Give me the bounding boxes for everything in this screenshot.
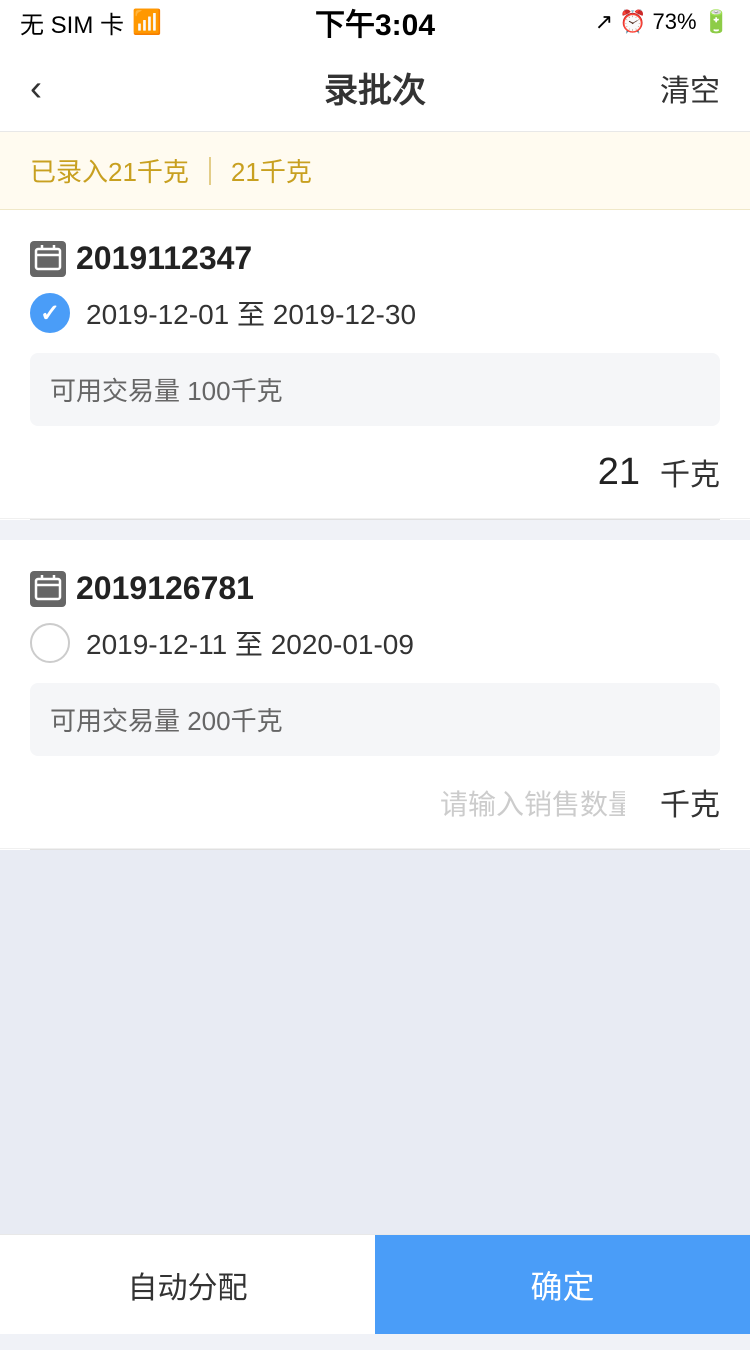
qty-wrapper-2[interactable]	[30, 781, 640, 824]
batch-id-row-2: 2019126781	[30, 570, 720, 607]
wifi-icon: 📶	[132, 8, 162, 37]
back-button[interactable]: ‹	[30, 67, 90, 109]
sim-label: 无 SIM 卡	[20, 5, 124, 40]
alarm-icon: ⏰	[619, 9, 646, 35]
confirm-button[interactable]: 确定	[375, 1235, 750, 1334]
recorded-label: 已录入21千克	[30, 152, 189, 189]
content-area: 2019112347 2019-12-01 至 2019-12-30 可用交易量…	[0, 210, 750, 1350]
radio-2[interactable]	[30, 623, 70, 663]
page-title: 录批次	[324, 63, 426, 112]
nav-bar: ‹ 录批次 清空	[0, 44, 750, 132]
status-time: 下午3:04	[315, 0, 435, 44]
section-separator	[0, 520, 750, 540]
auto-distribute-button[interactable]: 自动分配	[0, 1235, 375, 1334]
date-range-1: 2019-12-01 至 2019-12-30	[86, 293, 416, 333]
batch-id-2: 2019126781	[76, 570, 254, 607]
available-1: 可用交易量 100千克	[30, 353, 720, 426]
radio-1[interactable]	[30, 293, 70, 333]
batch-item-1: 2019112347 2019-12-01 至 2019-12-30 可用交易量…	[0, 210, 750, 520]
quantity-row-2[interactable]: 千克	[0, 756, 750, 849]
quantity-row-1: 21 千克	[0, 426, 750, 519]
footer: 自动分配 确定	[0, 1234, 750, 1334]
clear-button[interactable]: 清空	[660, 66, 720, 110]
qty-value-1: 21	[598, 451, 640, 494]
status-left: 无 SIM 卡 📶	[20, 5, 162, 40]
date-row-2: 2019-12-11 至 2020-01-09	[30, 623, 720, 663]
unit-1: 千克	[660, 450, 720, 494]
batch-id-row-1: 2019112347	[30, 240, 720, 277]
available-2: 可用交易量 200千克	[30, 683, 720, 756]
batch-id-1: 2019112347	[76, 240, 252, 277]
qty-input-2[interactable]	[440, 781, 640, 824]
battery-icon: 🔋	[703, 9, 730, 35]
qty-wrapper-1: 21	[30, 451, 640, 494]
empty-area	[0, 850, 750, 1250]
batch-icon-2	[30, 571, 66, 607]
location-icon: ↗	[595, 9, 613, 35]
info-banner: 已录入21千克 21千克	[0, 132, 750, 210]
status-bar: 无 SIM 卡 📶 下午3:04 ↗ ⏰ 73% 🔋	[0, 0, 750, 44]
date-row-1: 2019-12-01 至 2019-12-30	[30, 293, 720, 333]
banner-divider	[209, 157, 211, 185]
date-range-2: 2019-12-11 至 2020-01-09	[86, 623, 414, 663]
status-right: ↗ ⏰ 73% 🔋	[595, 9, 730, 35]
unit-2: 千克	[660, 780, 720, 824]
batch-item-2: 2019126781 2019-12-11 至 2020-01-09 可用交易量…	[0, 540, 750, 850]
battery-percent: 73%	[653, 9, 697, 35]
recorded-value: 21千克	[231, 152, 312, 189]
batch-icon-1	[30, 241, 66, 277]
